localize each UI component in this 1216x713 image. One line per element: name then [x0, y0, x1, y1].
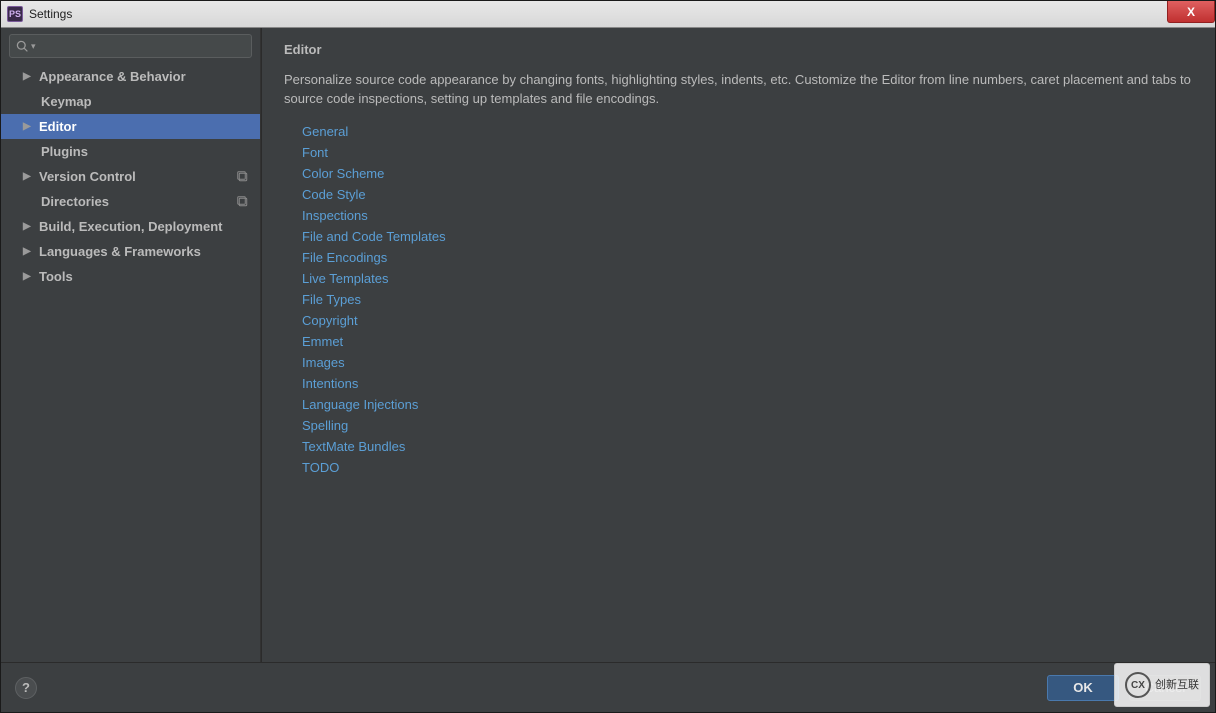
editor-link-file-and-code-templates[interactable]: File and Code Templates — [302, 226, 1193, 247]
sidebar-item-build-execution-deployment[interactable]: ▶ Build, Execution, Deployment — [1, 214, 260, 239]
sidebar-item-label: Appearance & Behavior — [39, 69, 186, 84]
search-input[interactable]: ▾ — [9, 34, 252, 58]
sidebar-item-label: Plugins — [41, 144, 88, 159]
settings-tree: ▶ Appearance & Behavior Keymap ▶ Editor Plugi… — [1, 64, 260, 662]
expand-arrow-icon: ▶ — [23, 171, 31, 182]
editor-link-live-templates[interactable]: Live Templates — [302, 268, 1193, 289]
editor-link-emmet[interactable]: Emmet — [302, 331, 1193, 352]
search-wrap: ▾ — [1, 34, 260, 64]
sidebar-item-label: Tools — [39, 269, 73, 284]
editor-link-inspections[interactable]: Inspections — [302, 205, 1193, 226]
sidebar-item-tools[interactable]: ▶ Tools — [1, 264, 260, 289]
expand-arrow-icon: ▶ — [23, 246, 31, 257]
page-description: Personalize source code appearance by ch… — [284, 71, 1193, 109]
titlebar: PS Settings X — [1, 1, 1215, 28]
sidebar-item-label: Keymap — [41, 94, 92, 109]
editor-link-intentions[interactable]: Intentions — [302, 373, 1193, 394]
sidebar-item-label: Version Control — [39, 169, 136, 184]
sidebar-item-label: Editor — [39, 119, 77, 134]
expand-arrow-icon: ▶ — [23, 71, 31, 82]
editor-link-file-encodings[interactable]: File Encodings — [302, 247, 1193, 268]
expand-arrow-icon: ▶ — [23, 271, 31, 282]
page-title: Editor — [284, 42, 1193, 57]
sidebar: ▾ ▶ Appearance & Behavior Keymap ▶ Editor Plu… — [1, 28, 261, 662]
sidebar-item-directories[interactable]: Directories — [1, 189, 260, 214]
project-scope-icon — [236, 170, 250, 184]
sidebar-item-plugins[interactable]: Plugins — [1, 139, 260, 164]
app-icon: PS — [7, 6, 23, 22]
sidebar-item-version-control[interactable]: ▶ Version Control — [1, 164, 260, 189]
footer: ? OK Cancel — [1, 662, 1215, 712]
close-button[interactable]: X — [1167, 1, 1215, 23]
editor-link-general[interactable]: General — [302, 121, 1193, 142]
help-button[interactable]: ? — [15, 677, 37, 699]
editor-link-copyright[interactable]: Copyright — [302, 310, 1193, 331]
editor-link-code-style[interactable]: Code Style — [302, 184, 1193, 205]
watermark-text: 创新互联 — [1155, 680, 1199, 691]
editor-link-file-types[interactable]: File Types — [302, 289, 1193, 310]
project-scope-icon — [236, 195, 250, 209]
editor-link-font[interactable]: Font — [302, 142, 1193, 163]
sidebar-item-editor[interactable]: ▶ Editor — [1, 114, 260, 139]
editor-link-images[interactable]: Images — [302, 352, 1193, 373]
editor-link-textmate-bundles[interactable]: TextMate Bundles — [302, 436, 1193, 457]
editor-link-color-scheme[interactable]: Color Scheme — [302, 163, 1193, 184]
sidebar-item-languages-frameworks[interactable]: ▶ Languages & Frameworks — [1, 239, 260, 264]
watermark: CX 创新互联 — [1114, 663, 1210, 707]
settings-window: PS Settings X ▾ ▶ Appearance & Behavior Ke… — [0, 0, 1216, 713]
window-body: ▾ ▶ Appearance & Behavior Keymap ▶ Editor Plu… — [1, 28, 1215, 712]
sidebar-item-label: Build, Execution, Deployment — [39, 219, 222, 234]
editor-links: GeneralFontColor SchemeCode StyleInspect… — [302, 121, 1193, 478]
sidebar-item-appearance-behavior[interactable]: ▶ Appearance & Behavior — [1, 64, 260, 89]
sidebar-item-label: Languages & Frameworks — [39, 244, 201, 259]
expand-arrow-icon: ▶ — [23, 221, 31, 232]
expand-arrow-icon: ▶ — [23, 121, 31, 132]
watermark-logo: CX — [1125, 672, 1151, 698]
editor-link-todo[interactable]: TODO — [302, 457, 1193, 478]
sidebar-item-keymap[interactable]: Keymap — [1, 89, 260, 114]
main-panel: Editor Personalize source code appearanc… — [261, 28, 1215, 662]
sidebar-item-label: Directories — [41, 194, 109, 209]
search-icon — [16, 40, 29, 53]
search-dropdown-icon: ▾ — [31, 41, 36, 52]
ok-button[interactable]: OK — [1047, 675, 1119, 701]
editor-link-spelling[interactable]: Spelling — [302, 415, 1193, 436]
content-area: ▾ ▶ Appearance & Behavior Keymap ▶ Editor Plu… — [1, 28, 1215, 662]
editor-link-language-injections[interactable]: Language Injections — [302, 394, 1193, 415]
window-title: Settings — [29, 7, 72, 21]
